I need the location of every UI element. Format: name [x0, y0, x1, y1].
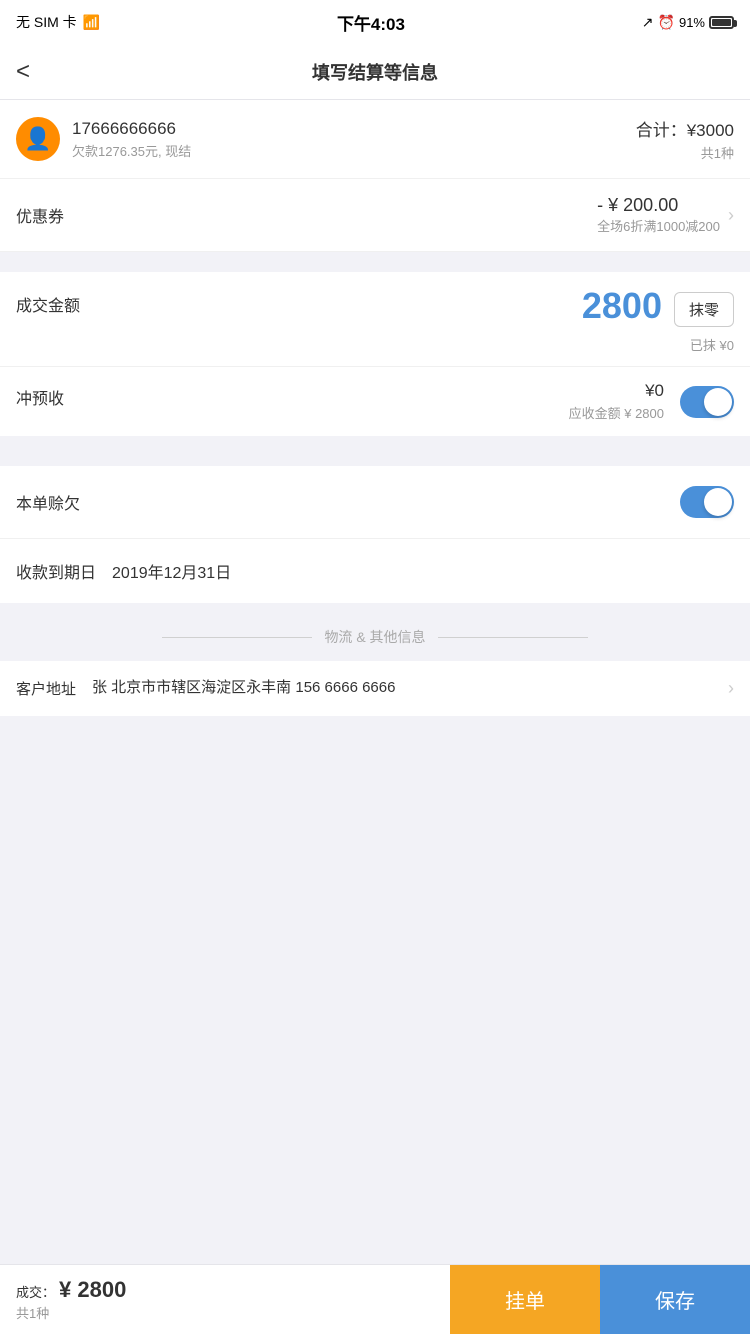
- transaction-right: 2800 抹零: [582, 288, 734, 327]
- coupon-row[interactable]: 优惠券 - ¥ 200.00 全场6折满1000减200 ›: [0, 179, 750, 252]
- divider-line-left: [162, 637, 312, 638]
- section-divider-1: [0, 262, 750, 272]
- status-left: 无 SIM 卡 📶: [16, 12, 100, 32]
- prepay-right: ¥0 应收金额 ¥ 2800: [569, 381, 734, 422]
- alarm-icon: ⏰: [658, 14, 675, 31]
- bottom-summary-label: 成交：: [16, 1282, 55, 1301]
- bottom-summary-amount: ¥ 2800: [59, 1277, 126, 1303]
- prepay-label: 冲预收: [16, 381, 64, 409]
- debt-row: 本单赊欠: [0, 466, 750, 538]
- customer-info: 17666666666 欠款1276.35元, 现结: [72, 119, 636, 160]
- erased-amount: 已抹 ¥0: [0, 335, 750, 366]
- wifi-icon: 📶: [83, 14, 100, 31]
- address-value: 张 北京市市辖区海淀区永丰南 156 6666 6666: [92, 677, 712, 700]
- customer-row: 👤 17666666666 欠款1276.35元, 现结 合计：¥3000 共1…: [0, 100, 750, 179]
- battery-icon: [709, 16, 734, 29]
- back-button[interactable]: <: [8, 50, 38, 94]
- gray-spacer: [0, 726, 750, 926]
- coupon-discount: - ¥ 200.00: [597, 195, 720, 216]
- status-bar: 无 SIM 卡 📶 下午4:03 ↗ ⏰ 91%: [0, 0, 750, 44]
- bottom-summary-count: 共1种: [16, 1303, 434, 1322]
- transaction-row: 成交金额 2800 抹零: [0, 272, 750, 335]
- address-chevron-icon: ›: [728, 678, 734, 699]
- bottom-bar: 成交： ¥ 2800 共1种 挂单 保存: [0, 1264, 750, 1334]
- status-time: 下午4:03: [337, 10, 405, 35]
- debt-toggle[interactable]: [680, 486, 734, 518]
- address-row[interactable]: 客户地址 张 北京市市辖区海淀区永丰南 156 6666 6666 ›: [0, 661, 750, 716]
- prepay-value-block: ¥0 应收金额 ¥ 2800: [569, 381, 664, 422]
- toggle-knob: [704, 388, 732, 416]
- status-right: ↗ ⏰ 91%: [642, 14, 734, 31]
- chevron-icon: ›: [728, 205, 734, 226]
- customer-sub: 欠款1276.35元, 现结: [72, 141, 636, 160]
- debt-toggle-knob: [704, 488, 732, 516]
- save-button[interactable]: 保存: [600, 1265, 750, 1334]
- logistics-divider: 物流 & 其他信息: [0, 613, 750, 661]
- prepay-row: 冲预收 ¥0 应收金额 ¥ 2800: [0, 366, 750, 436]
- avatar: 👤: [16, 117, 60, 161]
- divider-line-right: [438, 637, 588, 638]
- customer-total: 合计：¥3000 共1种: [636, 116, 734, 162]
- address-label: 客户地址: [16, 678, 76, 699]
- round-button[interactable]: 抹零: [674, 292, 734, 327]
- pending-button[interactable]: 挂单: [450, 1265, 600, 1334]
- transaction-amount: 2800: [582, 288, 662, 324]
- total-amount: 合计：¥3000: [636, 116, 734, 141]
- customer-phone: 17666666666: [72, 119, 636, 139]
- nav-bar: < 填写结算等信息: [0, 44, 750, 100]
- coupon-right: - ¥ 200.00 全场6折满1000减200 ›: [597, 195, 734, 235]
- debt-label: 本单赊欠: [16, 490, 80, 514]
- prepay-amount: ¥0: [569, 381, 664, 401]
- transaction-label: 成交金额: [16, 288, 80, 316]
- bottom-summary: 成交： ¥ 2800 共1种: [0, 1277, 450, 1322]
- divider-text: 物流 & 其他信息: [324, 627, 425, 647]
- coupon-label: 优惠券: [16, 203, 64, 227]
- avatar-icon: 👤: [24, 126, 51, 152]
- duedate-value: 2019年12月31日: [112, 559, 231, 583]
- page-title: 填写结算等信息: [312, 59, 438, 85]
- prepay-toggle[interactable]: [680, 386, 734, 418]
- battery-percent: 91%: [679, 15, 705, 30]
- prepay-sub: 应收金额 ¥ 2800: [569, 403, 664, 422]
- duedate-label: 收款到期日: [16, 559, 96, 583]
- location-icon: ↗: [642, 14, 654, 31]
- coupon-desc: 全场6折满1000减200: [597, 216, 720, 235]
- total-count: 共1种: [636, 143, 734, 162]
- section-divider-2: [0, 446, 750, 456]
- carrier-text: 无 SIM 卡: [16, 12, 77, 32]
- duedate-row: 收款到期日 2019年12月31日: [0, 538, 750, 603]
